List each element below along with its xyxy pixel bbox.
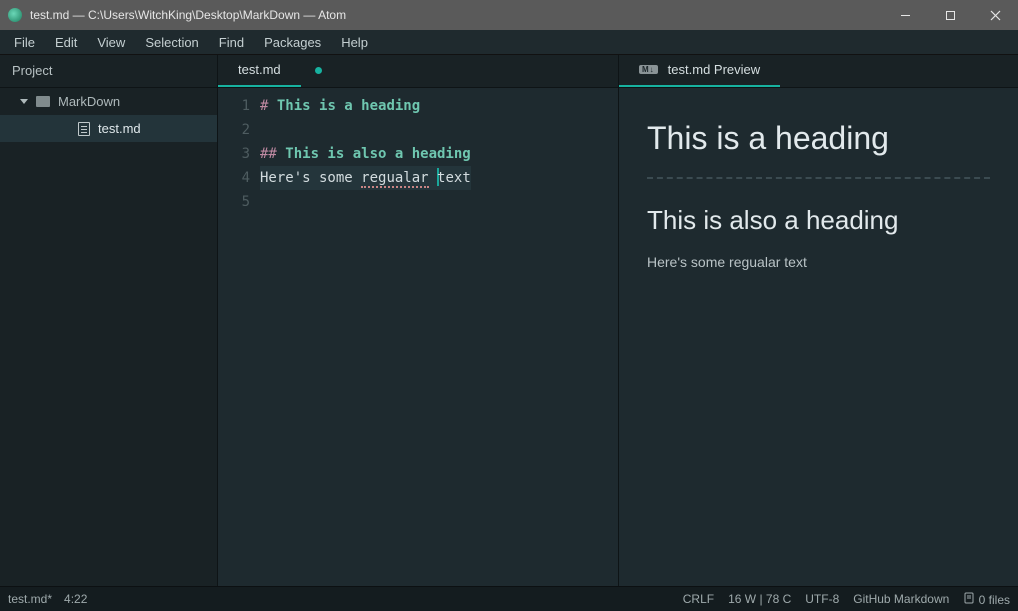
window-titlebar: test.md — C:\Users\WitchKing\Desktop\Mar… (0, 0, 1018, 30)
line-number: 3 (218, 142, 250, 166)
status-cursor-position[interactable]: 4:22 (64, 592, 87, 606)
tab-test-md[interactable]: test.md (218, 54, 301, 87)
markdown-badge-icon: M↓ (639, 65, 658, 74)
menu-file[interactable]: File (4, 31, 45, 54)
tree-file-label: test.md (98, 121, 141, 136)
line-number: 5 (218, 190, 250, 214)
line-number: 4 (218, 166, 250, 190)
project-panel-header: Project (0, 55, 217, 88)
line-number-gutter: 1 2 3 4 5 (218, 88, 260, 586)
file-icon (78, 122, 90, 136)
project-panel: Project MarkDown test.md (0, 55, 218, 586)
status-bar: test.md* 4:22 CRLF 16 W | 78 C UTF-8 Git… (0, 586, 1018, 611)
window-title: test.md — C:\Users\WitchKing\Desktop\Mar… (30, 8, 346, 22)
tree-file-test-md[interactable]: test.md (0, 115, 217, 142)
chevron-down-icon (20, 99, 28, 104)
preview-paragraph: Here's some regualar text (647, 254, 990, 270)
tree-folder-markdown[interactable]: MarkDown (0, 88, 217, 115)
menu-help[interactable]: Help (331, 31, 378, 54)
status-git-count: 0 files (979, 593, 1010, 607)
code-area[interactable]: # This is a heading ## This is also a he… (260, 88, 471, 586)
preview-pane: M↓ test.md Preview This is a heading Thi… (618, 55, 1018, 586)
status-git[interactable]: 0 files (963, 592, 1010, 607)
menu-view[interactable]: View (87, 31, 135, 54)
preview-tab-bar: M↓ test.md Preview (619, 55, 1018, 88)
menu-bar: File Edit View Selection Find Packages H… (0, 30, 1018, 55)
markdown-preview[interactable]: This is a heading This is also a heading… (619, 88, 1018, 586)
menu-selection[interactable]: Selection (135, 31, 208, 54)
status-line-ending[interactable]: CRLF (683, 592, 714, 606)
preview-h1: This is a heading (647, 120, 990, 157)
git-icon (963, 592, 975, 604)
line-number: 2 (218, 118, 250, 142)
editor-pane: test.md 1 2 3 4 5 # This is a heading ## (218, 55, 618, 586)
line-number: 1 (218, 94, 250, 118)
app-logo-icon (8, 8, 22, 22)
tab-modified-indicator[interactable] (301, 54, 336, 87)
window-close-button[interactable] (973, 0, 1018, 30)
tab-label: test.md (238, 62, 281, 77)
preview-hr (647, 177, 990, 179)
editor-tab-bar: test.md (218, 55, 618, 88)
menu-packages[interactable]: Packages (254, 31, 331, 54)
status-grammar[interactable]: GitHub Markdown (853, 592, 949, 606)
status-filename[interactable]: test.md* (8, 592, 52, 606)
tree-folder-label: MarkDown (58, 94, 120, 109)
status-word-count[interactable]: 16 W | 78 C (728, 592, 791, 606)
modified-dot-icon (315, 67, 322, 74)
menu-find[interactable]: Find (209, 31, 254, 54)
tab-label: test.md Preview (668, 62, 760, 77)
status-encoding[interactable]: UTF-8 (805, 592, 839, 606)
text-editor[interactable]: 1 2 3 4 5 # This is a heading ## This is… (218, 88, 618, 586)
menu-edit[interactable]: Edit (45, 31, 87, 54)
preview-h2: This is also a heading (647, 205, 990, 236)
window-minimize-button[interactable] (883, 0, 928, 30)
folder-icon (36, 96, 50, 107)
window-maximize-button[interactable] (928, 0, 973, 30)
tab-test-md-preview[interactable]: M↓ test.md Preview (619, 54, 780, 87)
